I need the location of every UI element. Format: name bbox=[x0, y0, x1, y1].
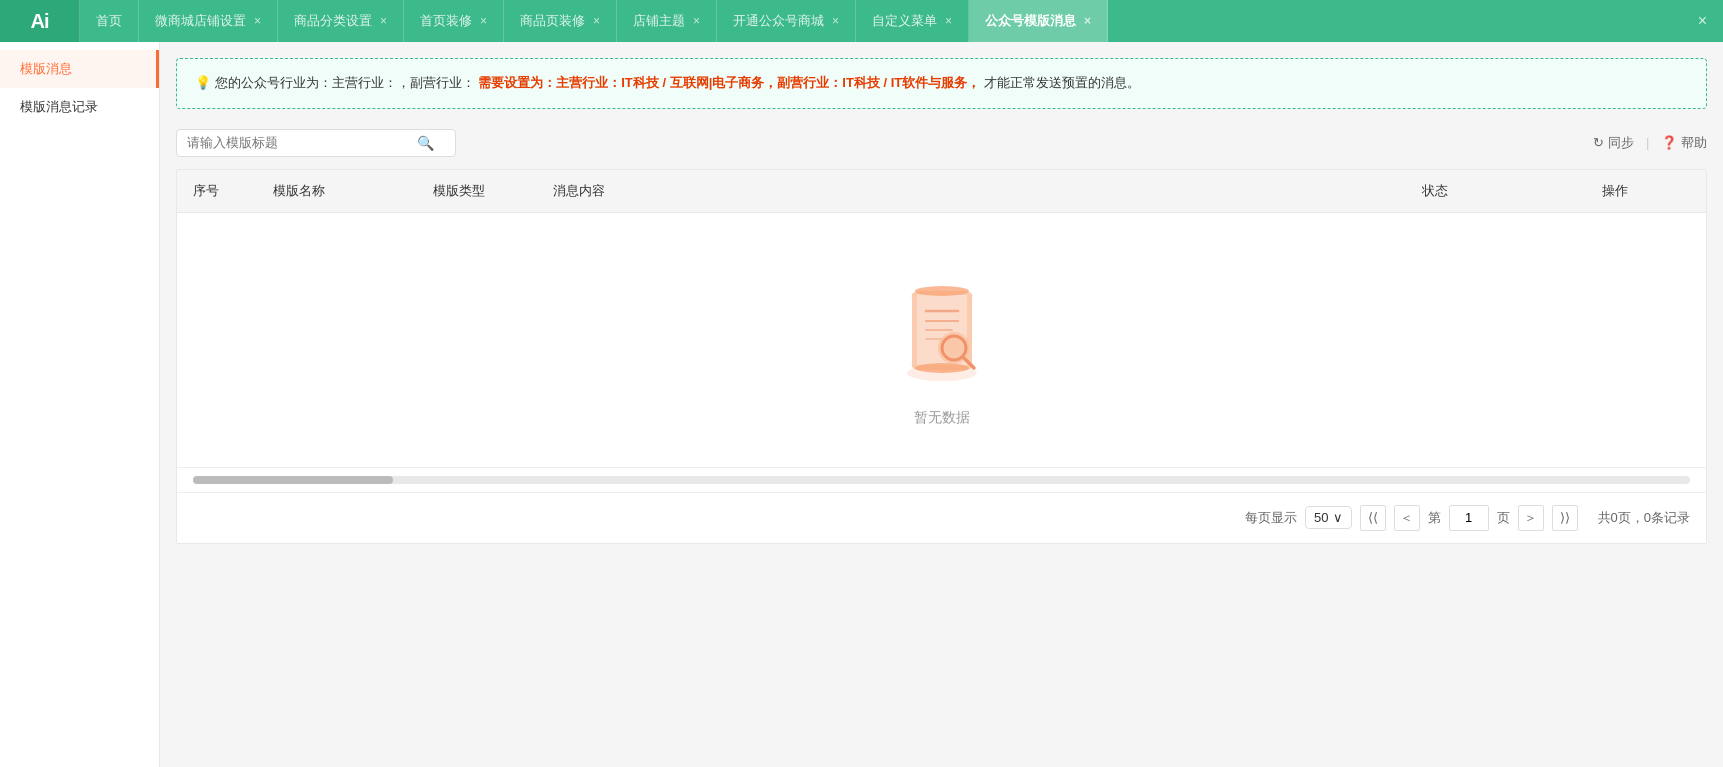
app-logo: Ai bbox=[0, 0, 80, 42]
page-size-select[interactable]: 50 ∨ bbox=[1305, 506, 1351, 529]
data-table: 序号 模版名称 模版类型 消息内容 状态 操作 bbox=[176, 169, 1707, 544]
tab-theme[interactable]: 店铺主题 × bbox=[617, 0, 717, 42]
col-type: 模版类型 bbox=[417, 170, 537, 212]
search-input[interactable] bbox=[187, 135, 417, 150]
sync-button[interactable]: ↻ 同步 bbox=[1593, 134, 1634, 152]
tab-close-product[interactable]: × bbox=[593, 15, 600, 27]
tab-close-custmenu[interactable]: × bbox=[945, 15, 952, 27]
main-layout: 模版消息 模版消息记录 💡 您的公众号行业为：主营行业：，副营行业： 需要设置为… bbox=[0, 42, 1723, 767]
toolbar-right: ↻ 同步 | ❓ 帮助 bbox=[1593, 134, 1707, 152]
empty-state: 暂无数据 bbox=[177, 213, 1706, 467]
last-page-button[interactable]: ⟩⟩ bbox=[1552, 505, 1578, 531]
tab-close-theme[interactable]: × bbox=[693, 15, 700, 27]
col-status: 状态 bbox=[1406, 170, 1586, 212]
page-suffix: 页 bbox=[1497, 509, 1510, 527]
tab-close-category[interactable]: × bbox=[380, 15, 387, 27]
toolbar-divider: | bbox=[1646, 135, 1649, 150]
notice-prefix: 💡 您的公众号行业为：主营行业：，副营行业： bbox=[195, 75, 475, 90]
sidebar-item-template-log[interactable]: 模版消息记录 bbox=[0, 88, 159, 126]
tab-close-template[interactable]: × bbox=[1084, 15, 1091, 27]
page-size-label: 每页显示 bbox=[1245, 509, 1297, 527]
table-header: 序号 模版名称 模版类型 消息内容 状态 操作 bbox=[177, 170, 1706, 213]
help-icon: ❓ bbox=[1661, 135, 1677, 150]
scrollbar-area bbox=[177, 467, 1706, 492]
sync-icon: ↻ bbox=[1593, 135, 1604, 150]
search-icon[interactable]: 🔍 bbox=[417, 135, 434, 151]
search-input-wrap: 🔍 bbox=[176, 129, 456, 157]
tab-category[interactable]: 商品分类设置 × bbox=[278, 0, 404, 42]
page-prefix: 第 bbox=[1428, 509, 1441, 527]
content-area: 💡 您的公众号行业为：主营行业：，副营行业： 需要设置为：主营行业：IT科技 /… bbox=[160, 42, 1723, 767]
scrollbar-thumb[interactable] bbox=[193, 476, 393, 484]
tab-home[interactable]: 首页 bbox=[80, 0, 139, 42]
scrollbar-track[interactable] bbox=[193, 476, 1690, 484]
page-size-chevron-icon: ∨ bbox=[1333, 510, 1343, 525]
tab-close-mall[interactable]: × bbox=[832, 15, 839, 27]
empty-text: 暂无数据 bbox=[914, 409, 970, 427]
notice-suffix: 才能正常发送预置的消息。 bbox=[984, 75, 1140, 90]
next-page-button[interactable]: ＞ bbox=[1518, 505, 1544, 531]
col-seq: 序号 bbox=[177, 170, 257, 212]
tab-template[interactable]: 公众号模版消息 × bbox=[969, 0, 1108, 42]
tab-mall[interactable]: 开通公众号商城 × bbox=[717, 0, 856, 42]
tab-close-homepage[interactable]: × bbox=[480, 15, 487, 27]
page-number-input[interactable] bbox=[1449, 505, 1489, 531]
empty-icon bbox=[882, 273, 1002, 393]
tab-product[interactable]: 商品页装修 × bbox=[504, 0, 617, 42]
col-action: 操作 bbox=[1586, 170, 1706, 212]
col-content: 消息内容 bbox=[537, 170, 1406, 212]
help-button[interactable]: ❓ 帮助 bbox=[1661, 134, 1707, 152]
global-close-button[interactable]: × bbox=[1682, 12, 1723, 30]
notice-highlight: 需要设置为：主营行业：IT科技 / 互联网|电子商务，副营行业：IT科技 / I… bbox=[478, 75, 980, 90]
sidebar: 模版消息 模版消息记录 bbox=[0, 42, 160, 767]
tab-close-wshop[interactable]: × bbox=[254, 15, 261, 27]
tab-homepage[interactable]: 首页装修 × bbox=[404, 0, 504, 42]
page-size-value: 50 bbox=[1314, 510, 1328, 525]
notice-box: 💡 您的公众号行业为：主营行业：，副营行业： 需要设置为：主营行业：IT科技 /… bbox=[176, 58, 1707, 109]
first-page-button[interactable]: ⟨⟨ bbox=[1360, 505, 1386, 531]
tab-wshop[interactable]: 微商城店铺设置 × bbox=[139, 0, 278, 42]
sidebar-item-template-msg[interactable]: 模版消息 bbox=[0, 50, 159, 88]
total-text: 共0页，0条记录 bbox=[1598, 509, 1690, 527]
col-name: 模版名称 bbox=[257, 170, 417, 212]
prev-page-button[interactable]: ＜ bbox=[1394, 505, 1420, 531]
svg-point-8 bbox=[915, 286, 969, 296]
search-bar: 🔍 ↻ 同步 | ❓ 帮助 bbox=[176, 129, 1707, 157]
tab-bar: Ai 首页 微商城店铺设置 × 商品分类设置 × 首页装修 × 商品页装修 × … bbox=[0, 0, 1723, 42]
tab-custmenu[interactable]: 自定义菜单 × bbox=[856, 0, 969, 42]
svg-point-9 bbox=[915, 363, 969, 373]
pagination: 每页显示 50 ∨ ⟨⟨ ＜ 第 页 ＞ ⟩⟩ 共0页，0条记录 bbox=[177, 492, 1706, 543]
